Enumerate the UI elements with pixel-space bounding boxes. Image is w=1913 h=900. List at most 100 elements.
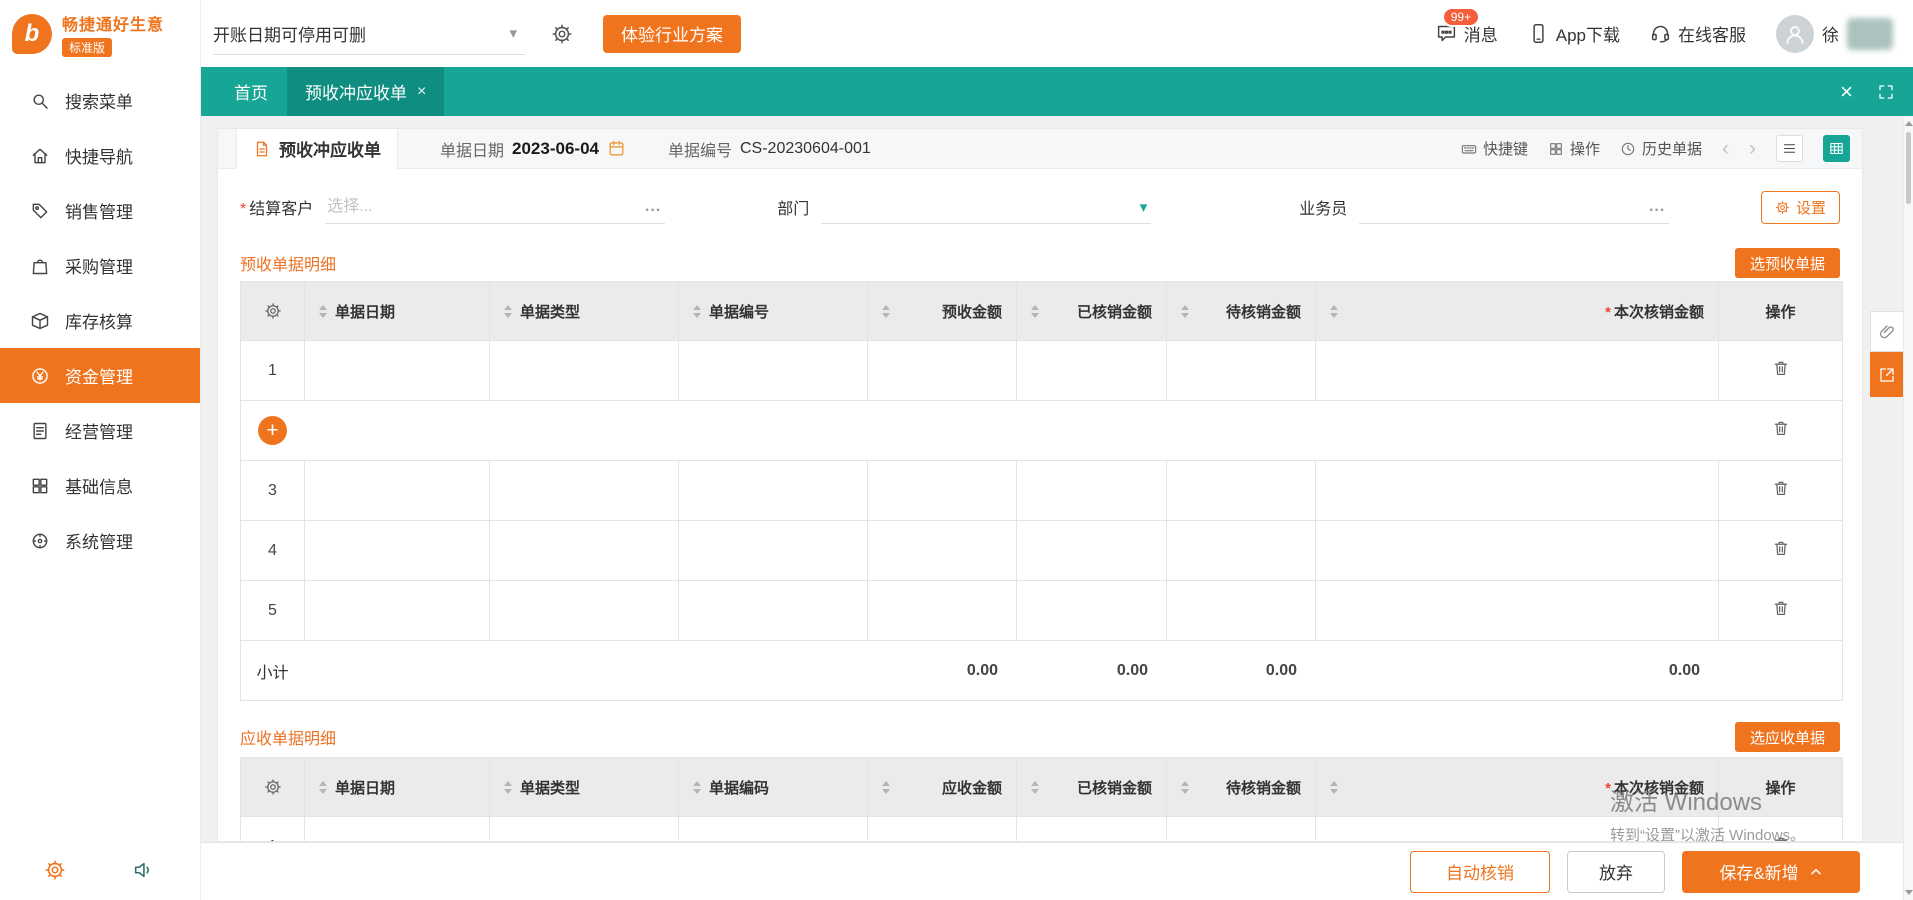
table-cell[interactable] [490,461,679,521]
sort-icon[interactable] [504,305,512,318]
sort-icon[interactable] [319,305,327,318]
table-cell[interactable] [490,401,679,461]
table-cell[interactable] [1316,817,1719,843]
table-cell[interactable] [305,521,490,581]
auto-writeoff-button[interactable]: 自动核销 [1410,851,1550,893]
table-cell[interactable] [1316,401,1719,461]
table-cell[interactable] [679,817,868,843]
table-cell[interactable] [1167,341,1316,401]
delete-row-icon[interactable] [1772,419,1790,437]
scrollbar[interactable] [1903,116,1913,900]
topbar-gear-icon[interactable] [551,23,573,45]
delete-row-icon[interactable] [1772,539,1790,557]
speaker-icon[interactable] [132,859,154,881]
calendar-icon[interactable] [607,139,626,158]
operations-button[interactable]: 操作 [1548,138,1600,159]
sidebar-item-purchase[interactable]: 采购管理 [0,238,200,293]
fullscreen-icon[interactable] [1877,83,1895,101]
tab-active-document[interactable]: 预收冲应收单 × [287,67,444,116]
delete-row-icon[interactable] [1772,835,1790,842]
table-cell[interactable] [868,401,1017,461]
column-settings-icon[interactable] [241,282,305,341]
sort-icon[interactable] [504,781,512,794]
sort-icon[interactable] [1181,305,1189,318]
discard-button[interactable]: 放弃 [1567,851,1665,893]
table-cell[interactable] [679,581,868,641]
history-documents-button[interactable]: 历史单据 [1620,138,1702,159]
sort-icon[interactable] [693,305,701,318]
account-period-dropdown[interactable]: 开账日期可停用可删 ▾ [213,13,525,55]
messages-button[interactable]: 99+ 消息 [1436,21,1498,46]
table-cell[interactable] [490,341,679,401]
select-receivable-docs-button[interactable]: 选应收单据 [1735,722,1840,752]
sidebar-item-basic-info[interactable]: 基础信息 [0,458,200,513]
delete-row-icon[interactable] [1772,599,1790,617]
table-cell[interactable] [1316,521,1719,581]
sort-icon[interactable] [882,305,890,318]
attachment-link-icon[interactable] [1870,311,1904,352]
sidebar-item-search-menu[interactable]: 搜索菜单 [0,73,200,128]
customer-picker-icon[interactable]: ... [641,198,665,216]
avatar[interactable] [1776,15,1814,53]
table-cell[interactable] [1167,461,1316,521]
sidebar-item-funds[interactable]: 资金管理 [0,348,200,403]
table-cell[interactable] [868,817,1017,843]
sidebar-item-inventory[interactable]: 库存核算 [0,293,200,348]
scroll-up-icon[interactable] [1905,121,1913,126]
table-cell[interactable] [1316,581,1719,641]
scrollbar-thumb[interactable] [1906,132,1911,204]
table-cell[interactable] [1017,461,1167,521]
online-service-button[interactable]: 在线客服 [1650,21,1746,46]
table-cell[interactable] [305,461,490,521]
table-cell[interactable] [1167,401,1316,461]
sort-icon[interactable] [319,781,327,794]
table-cell[interactable] [490,581,679,641]
table-cell[interactable] [305,581,490,641]
salesman-picker-icon[interactable]: ... [1645,198,1669,216]
field-settings-button[interactable]: 设置 [1761,191,1840,224]
sort-icon[interactable] [693,781,701,794]
trial-plan-button[interactable]: 体验行业方案 [603,15,741,53]
table-cell[interactable] [1316,341,1719,401]
table-cell[interactable] [679,461,868,521]
sort-icon[interactable] [1330,305,1338,318]
table-cell[interactable] [1167,817,1316,843]
table-cell[interactable] [679,401,868,461]
expand-panel-icon[interactable] [1870,352,1904,397]
close-all-icon[interactable]: × [1840,81,1853,103]
table-cell[interactable] [679,341,868,401]
delete-row-icon[interactable] [1772,479,1790,497]
department-dropdown-icon[interactable]: ▾ [1136,198,1152,216]
app-download-button[interactable]: App下载 [1528,21,1620,46]
table-cell[interactable] [1017,521,1167,581]
table-cell[interactable] [868,521,1017,581]
table-cell[interactable] [1167,581,1316,641]
sort-icon[interactable] [882,781,890,794]
column-settings-icon[interactable] [241,758,305,817]
scroll-down-icon[interactable] [1905,890,1913,895]
salesman-input[interactable] [1359,191,1645,223]
save-and-new-button[interactable]: 保存&新增 [1682,851,1860,893]
sidebar-item-business[interactable]: 经营管理 [0,403,200,458]
table-cell[interactable] [1017,581,1167,641]
tab-home[interactable]: 首页 [215,67,287,116]
table-cell[interactable] [1017,341,1167,401]
table-cell[interactable] [868,341,1017,401]
prev-document-icon[interactable]: ‹ [1722,138,1729,159]
department-input[interactable] [821,191,1135,223]
add-row-button[interactable]: + [258,416,287,445]
grid-view-button[interactable] [1823,135,1850,162]
table-cell[interactable] [868,581,1017,641]
user-menu[interactable]: 徐 [1776,15,1893,53]
sort-icon[interactable] [1031,305,1039,318]
next-document-icon[interactable]: › [1749,138,1756,159]
table-cell[interactable] [868,461,1017,521]
select-prepay-docs-button[interactable]: 选预收单据 [1735,248,1840,278]
sort-icon[interactable] [1330,781,1338,794]
table-cell[interactable] [1167,521,1316,581]
table-cell[interactable] [305,401,490,461]
table-cell[interactable] [490,521,679,581]
close-tab-icon[interactable]: × [417,83,426,101]
date-value[interactable]: 2023-06-04 [512,139,599,159]
sidebar-item-quick-nav[interactable]: 快捷导航 [0,128,200,183]
